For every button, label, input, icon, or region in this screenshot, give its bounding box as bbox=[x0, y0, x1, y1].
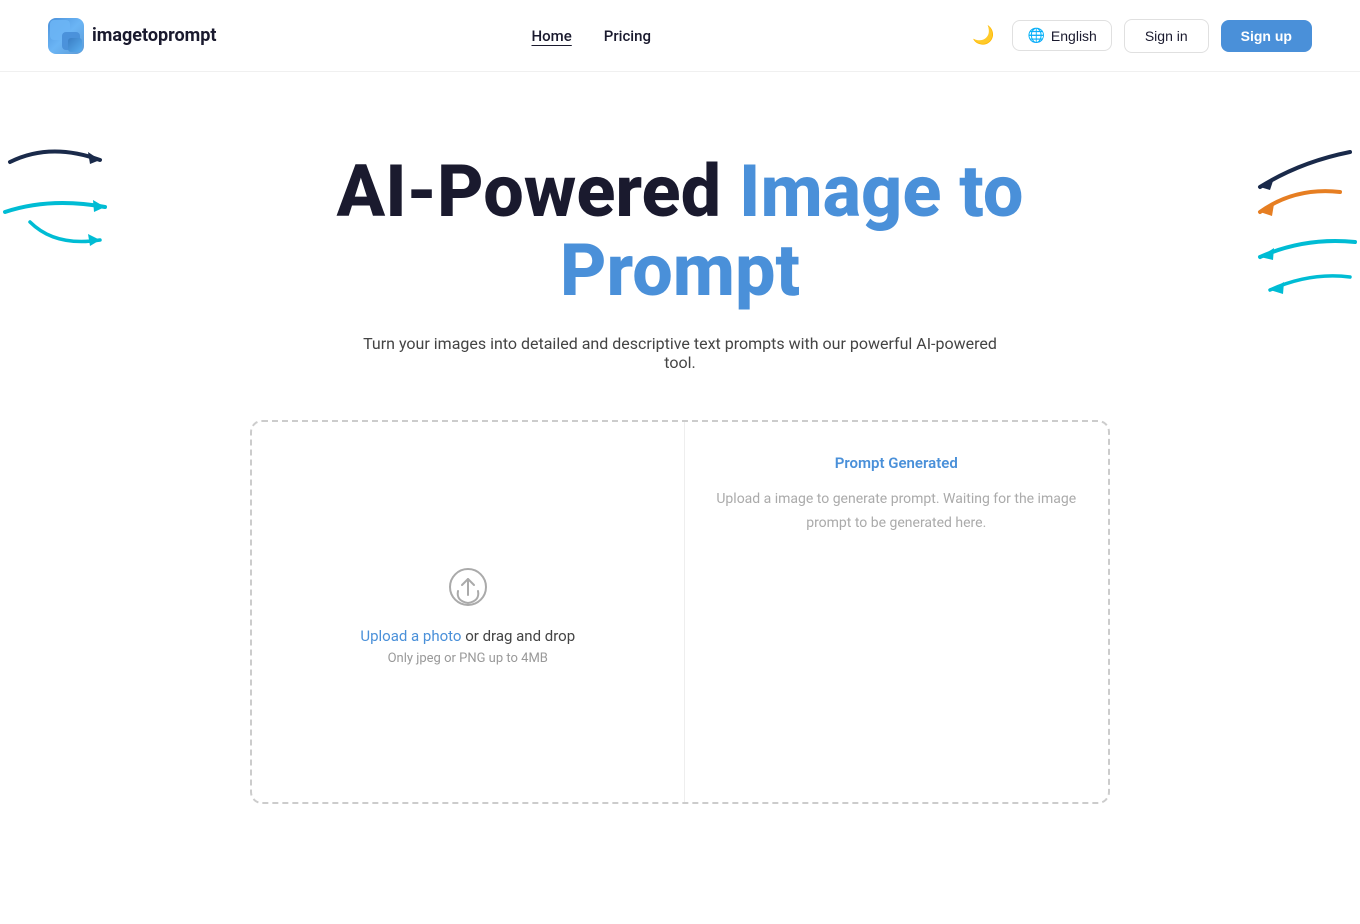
upload-prompt-text: Upload a photo or drag and drop bbox=[360, 627, 575, 645]
hero-subtitle: Turn your images into detailed and descr… bbox=[360, 334, 1000, 372]
hero-title-part1: AI-Powered bbox=[337, 149, 740, 234]
output-panel: Prompt Generated Upload a image to gener… bbox=[685, 422, 1109, 802]
tool-panel: Upload a photo or drag and drop Only jpe… bbox=[250, 420, 1110, 804]
nav-home[interactable]: Home bbox=[532, 27, 572, 45]
upload-hint: Only jpeg or PNG up to 4MB bbox=[388, 651, 548, 666]
brand-logo[interactable]: imagetoprompt bbox=[48, 18, 216, 54]
signin-button[interactable]: Sign in bbox=[1124, 19, 1209, 53]
hero-title: AI-Powered Image to Prompt bbox=[48, 152, 1312, 310]
upload-panel[interactable]: Upload a photo or drag and drop Only jpe… bbox=[252, 422, 685, 802]
upload-link[interactable]: Upload a photo bbox=[360, 627, 461, 645]
dark-mode-button[interactable]: 🌙 bbox=[966, 19, 1000, 52]
language-label: English bbox=[1051, 28, 1097, 44]
logo-icon bbox=[48, 18, 84, 54]
moon-icon: 🌙 bbox=[972, 25, 994, 46]
output-placeholder: Upload a image to generate prompt. Waiti… bbox=[713, 488, 1081, 536]
hero-title-part2: Image to bbox=[739, 149, 1023, 234]
nav-right: 🌙 🌐 English Sign in Sign up bbox=[966, 19, 1312, 53]
upload-icon bbox=[442, 559, 494, 611]
hero-section: AI-Powered Image to Prompt Turn your ima… bbox=[0, 72, 1360, 924]
upload-drag-text: or drag and drop bbox=[462, 627, 576, 645]
signup-button[interactable]: Sign up bbox=[1221, 20, 1312, 52]
output-label: Prompt Generated bbox=[713, 454, 1081, 472]
globe-icon: 🌐 bbox=[1027, 27, 1044, 44]
tool-wrapper: Upload a photo or drag and drop Only jpe… bbox=[250, 420, 1110, 804]
nav-links: Home Pricing bbox=[532, 27, 651, 45]
hero-title-part3: Prompt bbox=[560, 228, 800, 313]
navbar: imagetoprompt Home Pricing 🌙 🌐 English S… bbox=[0, 0, 1360, 72]
brand-name: imagetoprompt bbox=[92, 25, 216, 46]
nav-pricing[interactable]: Pricing bbox=[604, 27, 651, 45]
language-button[interactable]: 🌐 English bbox=[1012, 20, 1111, 51]
